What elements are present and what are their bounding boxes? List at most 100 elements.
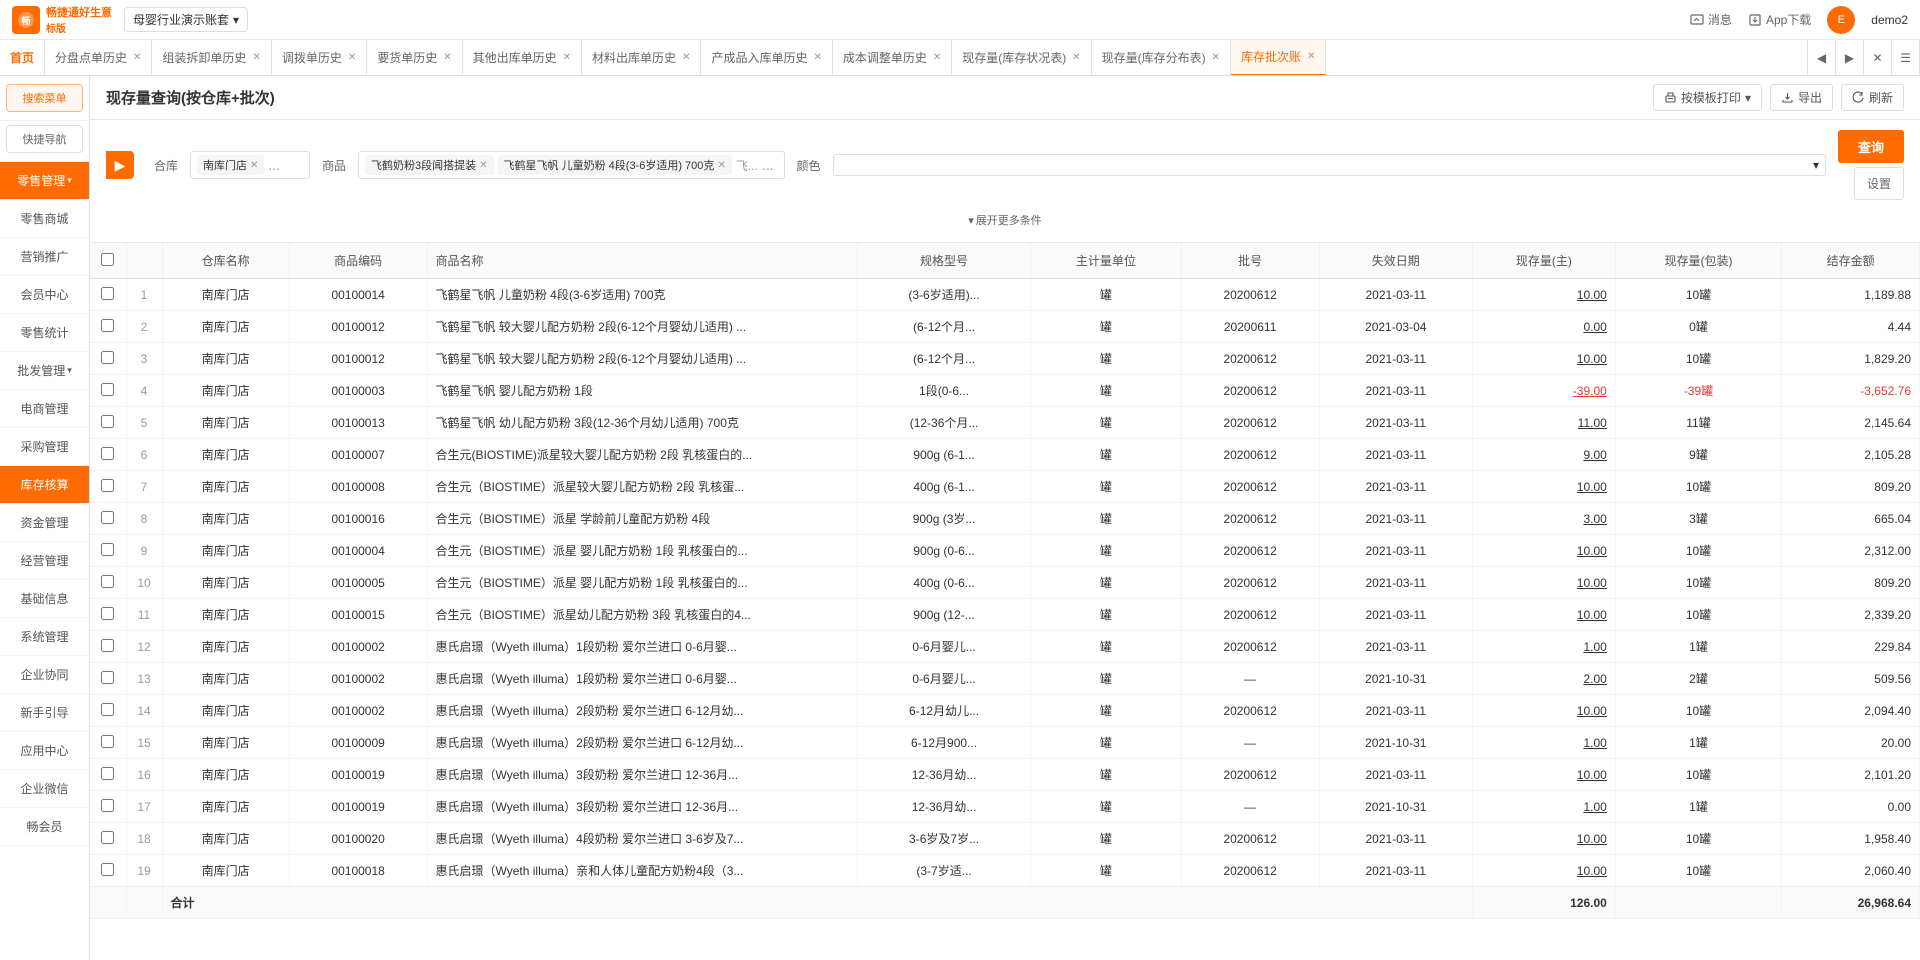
row-checkbox[interactable] (101, 863, 114, 876)
sidebar-item-ling-shou-shang[interactable]: 零售商城 (0, 200, 89, 238)
row-check[interactable] (90, 471, 126, 503)
sidebar-item-qi-ye[interactable]: 企业协同 (0, 656, 89, 694)
row-check[interactable] (90, 599, 126, 631)
row-checkbox[interactable] (101, 287, 114, 300)
row-stock-main[interactable]: 9.00 (1472, 439, 1615, 471)
row-check[interactable] (90, 279, 126, 311)
row-stock-main[interactable]: 10.00 (1472, 279, 1615, 311)
row-stock-main[interactable]: 10.00 (1472, 759, 1615, 791)
select-all-checkbox[interactable] (101, 253, 114, 266)
sidebar-item-cai-gou[interactable]: 采购管理 (0, 428, 89, 466)
sidebar-item-hui-yuan[interactable]: 会员中心 (0, 276, 89, 314)
quick-nav-button[interactable]: 快捷导航 (6, 125, 83, 153)
tab-fen-pan[interactable]: 分盘点单历史 ✕ (45, 40, 152, 76)
warehouse-tag-close-icon[interactable]: ✕ (250, 160, 258, 171)
row-checkbox[interactable] (101, 383, 114, 396)
row-stock-main[interactable]: 3.00 (1472, 503, 1615, 535)
row-stock-main[interactable]: 10.00 (1472, 823, 1615, 855)
sidebar-item-ku-cun[interactable]: 库存核算 (0, 466, 89, 504)
sidebar-item-jing-ying[interactable]: 经营管理 (0, 542, 89, 580)
warehouse-filter[interactable]: 南库门店 ✕ ... (190, 151, 310, 179)
row-stock-main[interactable]: 10.00 (1472, 567, 1615, 599)
sidebar-item-ling-shou-tong[interactable]: 零售统计 (0, 314, 89, 352)
warehouse-more[interactable]: ... (264, 157, 284, 173)
sidebar-item-xi-tong[interactable]: 系统管理 (0, 618, 89, 656)
row-checkbox[interactable] (101, 351, 114, 364)
product-more-btn[interactable]: ... (758, 157, 778, 173)
row-check[interactable] (90, 727, 126, 759)
tab-close-icon[interactable]: ✕ (563, 52, 571, 63)
row-checkbox[interactable] (101, 415, 114, 428)
tab-diao-bo[interactable]: 调拨单历史 ✕ (272, 40, 367, 76)
sidebar-item-dian-shang[interactable]: 电商管理 (0, 390, 89, 428)
product-tag-2-close-icon[interactable]: ✕ (717, 160, 725, 171)
row-stock-main[interactable]: 0.00 (1472, 311, 1615, 343)
tab-chan-pin-ru[interactable]: 产成品入库单历史 ✕ (701, 40, 832, 76)
sidebar-item-ying-xiao[interactable]: 营销推广 (0, 238, 89, 276)
row-checkbox[interactable] (101, 831, 114, 844)
row-stock-main[interactable]: 10.00 (1472, 535, 1615, 567)
product-tag-1-close-icon[interactable]: ✕ (479, 160, 487, 171)
row-stock-main[interactable]: 10.00 (1472, 695, 1615, 727)
tab-menu-button[interactable]: ☰ (1892, 40, 1920, 76)
expand-more-button[interactable]: 展开更多条件 (968, 208, 1042, 232)
row-checkbox[interactable] (101, 735, 114, 748)
tab-next-button[interactable]: ▶ (1836, 40, 1864, 76)
row-checkbox[interactable] (101, 447, 114, 460)
row-check[interactable] (90, 375, 126, 407)
row-check[interactable] (90, 631, 126, 663)
row-checkbox[interactable] (101, 479, 114, 492)
row-check[interactable] (90, 535, 126, 567)
tab-close-icon[interactable]: ✕ (252, 52, 260, 63)
row-checkbox[interactable] (101, 543, 114, 556)
tab-cheng-ben[interactable]: 成本调整单历史 ✕ (833, 40, 952, 76)
tab-home[interactable]: 首页 (0, 40, 45, 76)
print-button[interactable]: 按模板打印 (1653, 84, 1762, 111)
sidebar-item-ling-shou[interactable]: 零售管理 ▾ (0, 162, 89, 200)
account-selector[interactable]: 母婴行业演示账套 (124, 7, 248, 32)
tab-close-icon[interactable]: ✕ (443, 52, 451, 63)
tab-close-icon[interactable]: ✕ (1072, 52, 1080, 63)
row-check[interactable] (90, 855, 126, 887)
tab-ku-cun-pi[interactable]: 库存批次账 ✕ (1231, 40, 1326, 76)
tab-close-icon[interactable]: ✕ (682, 52, 690, 63)
refresh-button[interactable]: 刷新 (1841, 84, 1904, 111)
row-checkbox[interactable] (101, 703, 114, 716)
row-stock-main[interactable]: 1.00 (1472, 631, 1615, 663)
tab-xian-cun-fen[interactable]: 现存量(库存分布表) ✕ (1092, 40, 1231, 76)
row-stock-main[interactable]: 10.00 (1472, 471, 1615, 503)
tab-xian-cun-zhuang[interactable]: 现存量(库存状况表) ✕ (952, 40, 1091, 76)
row-stock-main[interactable]: 2.00 (1472, 663, 1615, 695)
tab-close-icon[interactable]: ✕ (133, 52, 141, 63)
row-check[interactable] (90, 343, 126, 375)
row-stock-main[interactable]: 11.00 (1472, 407, 1615, 439)
message-button[interactable]: 消息 (1690, 11, 1732, 28)
sidebar-item-qi-ye-wei[interactable]: 企业微信 (0, 770, 89, 808)
row-check[interactable] (90, 567, 126, 599)
row-stock-main[interactable]: 10.00 (1472, 855, 1615, 887)
sidebar-item-ying-yong[interactable]: 应用中心 (0, 732, 89, 770)
tab-close-icon[interactable]: ✕ (1307, 51, 1315, 62)
row-checkbox[interactable] (101, 607, 114, 620)
row-check[interactable] (90, 311, 126, 343)
tab-qi-ta-chu[interactable]: 其他出库单历史 ✕ (463, 40, 582, 76)
settings-button[interactable]: 设置 (1854, 167, 1904, 200)
row-check[interactable] (90, 503, 126, 535)
row-stock-main[interactable]: 10.00 (1472, 599, 1615, 631)
tab-close-current-button[interactable]: ✕ (1864, 40, 1892, 76)
tab-prev-button[interactable]: ◀ (1808, 40, 1836, 76)
sidebar-item-ji-chu[interactable]: 基础信息 (0, 580, 89, 618)
row-check[interactable] (90, 695, 126, 727)
tab-yao-huo[interactable]: 要货单历史 ✕ (367, 40, 462, 76)
row-checkbox[interactable] (101, 639, 114, 652)
row-stock-main[interactable]: 1.00 (1472, 727, 1615, 759)
row-check[interactable] (90, 759, 126, 791)
row-check[interactable] (90, 823, 126, 855)
row-check[interactable] (90, 439, 126, 471)
row-checkbox[interactable] (101, 511, 114, 524)
tab-close-icon[interactable]: ✕ (348, 52, 356, 63)
row-checkbox[interactable] (101, 319, 114, 332)
app-download-button[interactable]: App下载 (1748, 11, 1811, 28)
row-checkbox[interactable] (101, 575, 114, 588)
sidebar-item-zi-jin[interactable]: 资金管理 (0, 504, 89, 542)
